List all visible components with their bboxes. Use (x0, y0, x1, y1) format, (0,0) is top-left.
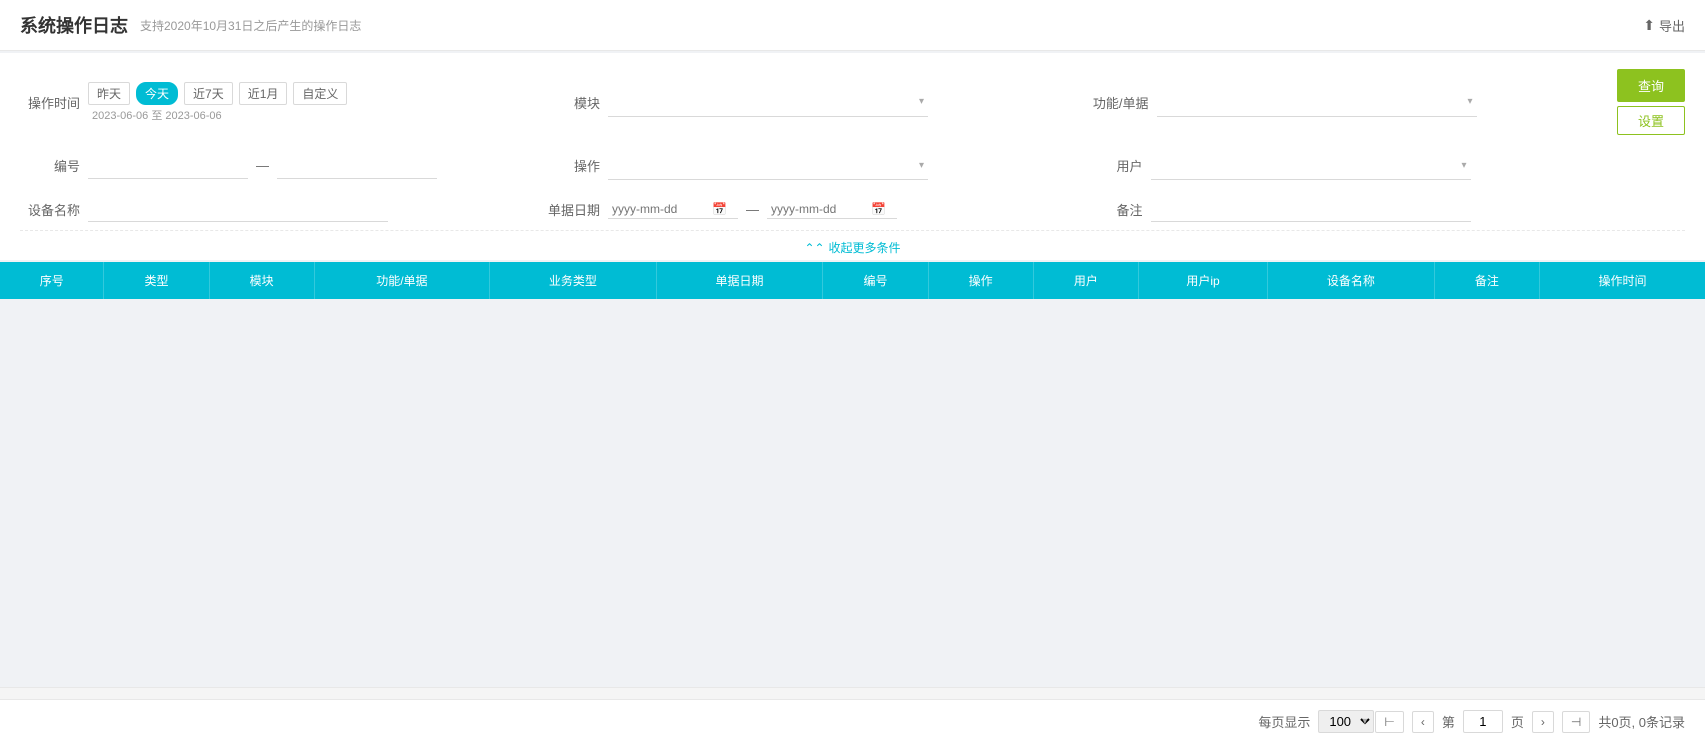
chevron-down-icon: ▾ (919, 96, 924, 107)
time-btn-7days[interactable]: 近7天 (184, 82, 233, 105)
operation-value (612, 153, 919, 177)
remark-filter-col: 备注 (1083, 196, 1686, 222)
col-header-user: 用户 (1033, 262, 1138, 299)
doc-date-start-field[interactable]: 📅 (608, 200, 738, 219)
remark-input[interactable] (1151, 196, 1471, 222)
page-subtitle: 支持2020年10月31日之后产生的操作日志 (140, 17, 361, 34)
page-size-select[interactable]: 100 50 200 (1318, 710, 1374, 733)
doc-date-start-input[interactable] (612, 202, 712, 216)
collapse-bar: ⌃⌃ 收起更多条件 (20, 230, 1685, 260)
scrollbar-inner (0, 688, 1705, 689)
col-header-device: 设备名称 (1268, 262, 1435, 299)
calendar-icon-2: 📅 (871, 202, 886, 216)
col-header-function: 功能/单据 (314, 262, 489, 299)
function-dropdown[interactable]: ▾ (1157, 88, 1477, 117)
chevron-down-icon-3: ▾ (919, 160, 924, 171)
function-filter-col: 功能/单据 ▾ (1079, 88, 1598, 117)
col-header-operation: 操作 (928, 262, 1033, 299)
page-header: 系统操作日志 支持2020年10月31日之后产生的操作日志 ⬆ 导出 (0, 0, 1705, 51)
last-page-button[interactable]: ⊣ (1562, 711, 1590, 733)
per-page-label: 每页显示 (1258, 712, 1310, 731)
time-label: 操作时间 (20, 93, 80, 112)
collapse-button[interactable]: ⌃⌃ 收起更多条件 (804, 239, 900, 256)
col-header-module: 模块 (209, 262, 314, 299)
page-suffix: 页 (1511, 712, 1524, 731)
device-input[interactable] (88, 196, 388, 222)
doc-date-end-input[interactable] (771, 202, 871, 216)
col-header-user-ip: 用户ip (1138, 262, 1267, 299)
data-table: 序号 类型 模块 功能/单据 业务类型 单据日期 编号 操作 用户 用户ip 设… (0, 262, 1705, 299)
query-button[interactable]: 查询 (1617, 69, 1685, 102)
module-value (612, 90, 919, 114)
col-header-op-time: 操作时间 (1539, 262, 1705, 299)
col-header-biz-type: 业务类型 (489, 262, 656, 299)
collapse-label: 收起更多条件 (829, 239, 901, 256)
filter-area: 操作时间 昨天 今天 近7天 近1月 自定义 2023-06-06 至 2023… (0, 53, 1705, 260)
pagination-bar: 每页显示 100 50 200 ▾ ⊢ ‹ 第 页 › ⊣ 共0页, 0条记录 (0, 699, 1705, 743)
device-label: 设备名称 (20, 200, 80, 219)
module-filter-col: 模块 ▾ (540, 88, 1059, 117)
export-icon: ⬆ (1643, 17, 1655, 34)
time-btn-yesterday[interactable]: 昨天 (88, 82, 130, 105)
operation-label: 操作 (540, 156, 600, 175)
user-filter-col: 用户 ▾ (1083, 151, 1686, 180)
time-btn-today[interactable]: 今天 (136, 82, 178, 105)
code-input-end[interactable] (277, 153, 437, 179)
page-container: 系统操作日志 支持2020年10月31日之后产生的操作日志 ⬆ 导出 操作时间 … (0, 0, 1705, 743)
code-filter-col: 编号 — (20, 153, 520, 179)
settings-button[interactable]: 设置 (1617, 106, 1685, 135)
col-header-code: 编号 (823, 262, 928, 299)
time-section: 昨天 今天 近7天 近1月 自定义 2023-06-06 至 2023-06-0… (88, 82, 347, 123)
code-dash: — (256, 158, 269, 173)
function-label: 功能/单据 (1079, 93, 1149, 112)
chevron-down-icon-2: ▾ (1467, 96, 1472, 107)
collapse-chevron-icon: ⌃⌃ (804, 241, 824, 255)
module-dropdown[interactable]: ▾ (608, 88, 928, 117)
time-filter-col: 操作时间 昨天 今天 近7天 近1月 自定义 2023-06-06 至 2023… (20, 82, 520, 123)
user-value (1155, 153, 1462, 177)
code-input-start[interactable] (88, 153, 248, 179)
operation-dropdown[interactable]: ▾ (608, 151, 928, 180)
table-header-row: 序号 类型 模块 功能/单据 业务类型 单据日期 编号 操作 用户 用户ip 设… (0, 262, 1705, 299)
doc-date-label: 单据日期 (540, 200, 600, 219)
filter-row-2: 编号 — 操作 ▾ 用户 ▾ (20, 151, 1685, 180)
time-btn-1month[interactable]: 近1月 (239, 82, 288, 105)
doc-date-filter-col: 单据日期 📅 — 📅 (540, 200, 1063, 219)
page-title: 系统操作日志 (20, 12, 128, 38)
user-dropdown[interactable]: ▾ (1151, 151, 1471, 180)
col-header-remark: 备注 (1434, 262, 1539, 299)
col-header-doc-date: 单据日期 (656, 262, 823, 299)
time-range: 2023-06-06 至 2023-06-06 (92, 107, 347, 123)
chevron-down-icon-4: ▾ (1461, 160, 1466, 171)
remark-label: 备注 (1083, 200, 1143, 219)
prev-page-button[interactable]: ‹ (1412, 711, 1434, 733)
col-header-type: 类型 (104, 262, 209, 299)
function-value (1161, 90, 1468, 114)
doc-date-end-field[interactable]: 📅 (767, 200, 897, 219)
device-filter-col: 设备名称 (20, 196, 520, 222)
filter-row-3: 设备名称 单据日期 📅 — 📅 备注 (20, 196, 1685, 222)
export-button[interactable]: ⬆ 导出 (1643, 16, 1685, 35)
export-label: 导出 (1659, 16, 1685, 35)
calendar-icon-1: 📅 (712, 202, 727, 216)
col-header-seqno: 序号 (0, 262, 104, 299)
total-info: 共0页, 0条记录 (1598, 712, 1685, 731)
date-dash: — (746, 202, 759, 217)
table-container: 序号 类型 模块 功能/单据 业务类型 单据日期 编号 操作 用户 用户ip 设… (0, 262, 1705, 687)
first-page-button[interactable]: ⊢ (1375, 711, 1403, 733)
code-label: 编号 (20, 156, 80, 175)
time-buttons-group: 昨天 今天 近7天 近1月 自定义 (88, 82, 347, 105)
filter-row-1: 操作时间 昨天 今天 近7天 近1月 自定义 2023-06-06 至 2023… (20, 69, 1685, 135)
operation-filter-col: 操作 ▾ (540, 151, 1063, 180)
module-label: 模块 (540, 93, 600, 112)
page-number-input[interactable] (1463, 710, 1503, 733)
user-label: 用户 (1083, 156, 1143, 175)
time-btn-custom[interactable]: 自定义 (293, 82, 347, 105)
next-page-button[interactable]: › (1532, 711, 1554, 733)
header-left: 系统操作日志 支持2020年10月31日之后产生的操作日志 (20, 12, 361, 38)
page-prefix: 第 (1442, 712, 1455, 731)
action-buttons: 查询 设置 (1617, 69, 1685, 135)
horizontal-scrollbar[interactable] (0, 687, 1705, 699)
